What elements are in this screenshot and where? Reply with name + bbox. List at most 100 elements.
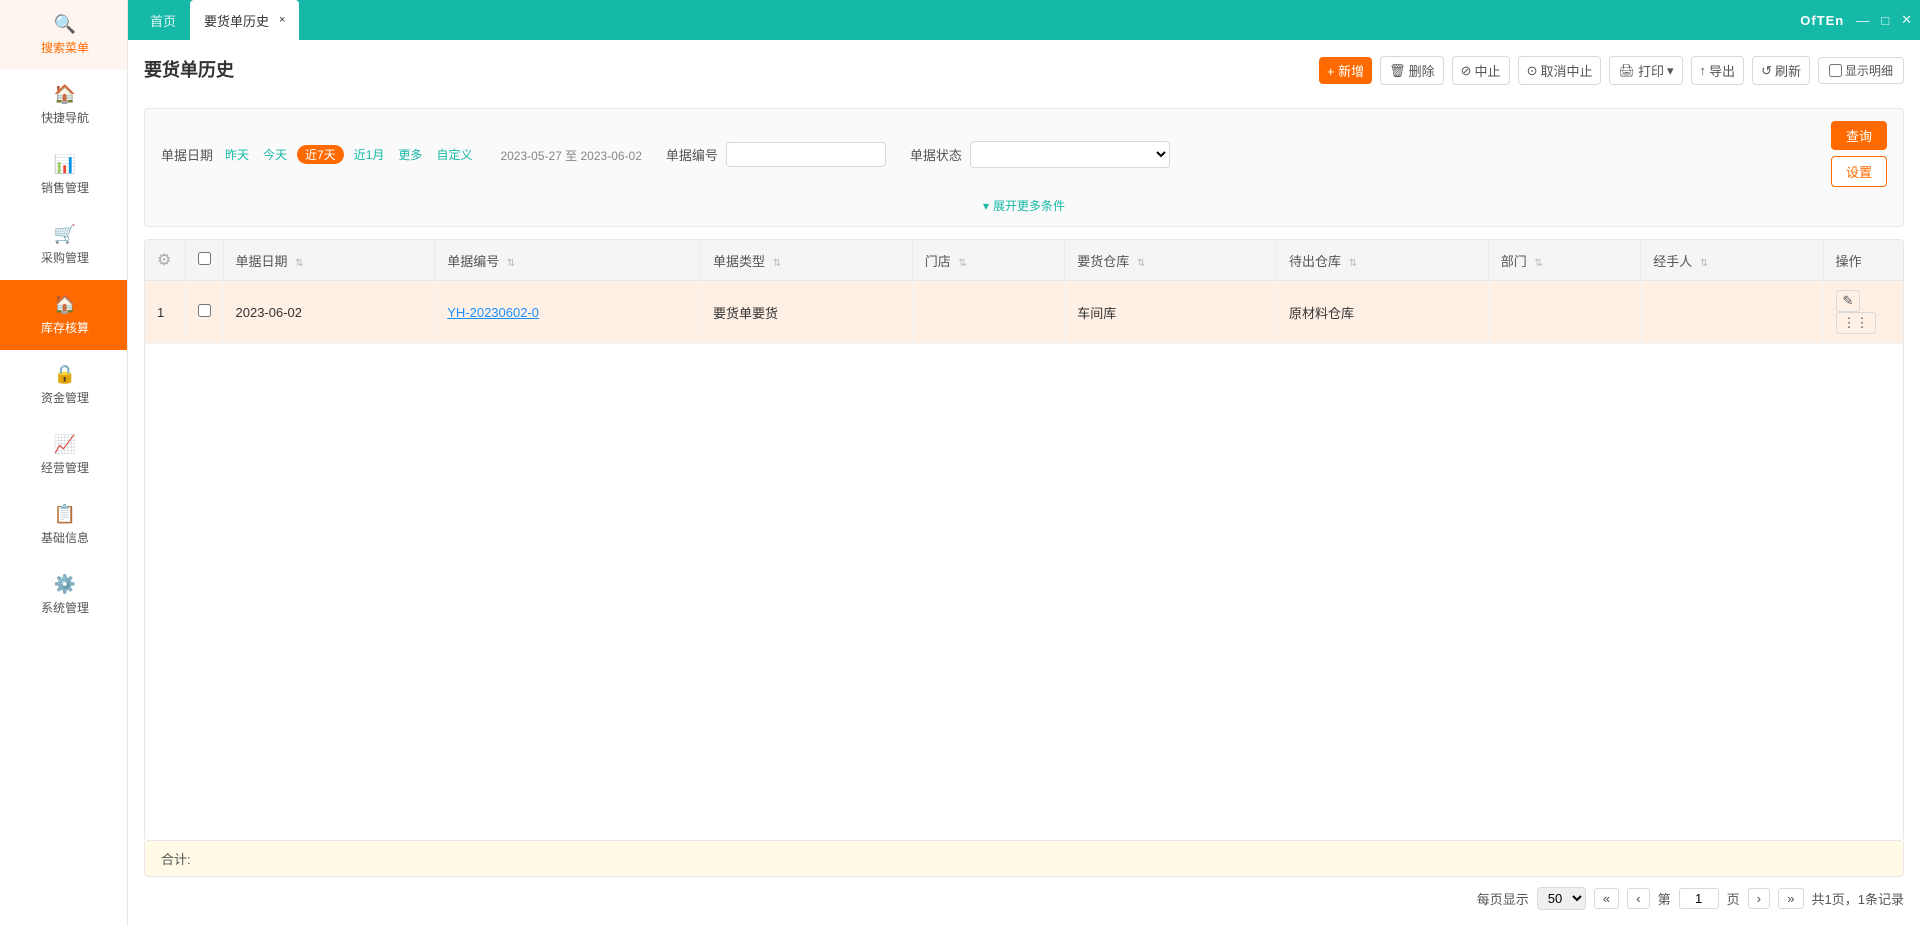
department-sort-icon[interactable]: ⇅ (1534, 258, 1542, 269)
sidebar-item-purchase[interactable]: 🛒 采购管理 (0, 210, 127, 280)
next-page-button[interactable]: › (1748, 888, 1770, 909)
close-button[interactable]: ✕ (1901, 12, 1912, 28)
order-no-link[interactable]: YH-20230602-0 (447, 305, 539, 320)
topbar: 首页 要货单历史 × OfTEn — □ ✕ (128, 0, 1920, 40)
search-menu-icon: 🔍 (54, 14, 76, 35)
data-table-container: ⚙ 单据日期 ⇅ 单据编号 ⇅ (144, 239, 1904, 841)
row-index: 1 (145, 281, 185, 344)
date-shortcut-1month[interactable]: 近1月 (350, 145, 389, 164)
delete-button[interactable]: 🗑 删除 (1380, 56, 1444, 85)
sidebar-item-system[interactable]: ⚙️ 系统管理 (0, 560, 127, 630)
pending-warehouse-sort-icon[interactable]: ⇅ (1349, 258, 1357, 269)
query-button[interactable]: 查询 (1831, 121, 1887, 150)
window-actions: OfTEn — □ ✕ (1800, 12, 1912, 28)
maximize-button[interactable]: □ (1881, 13, 1889, 28)
status-filter-group: 单据状态 (910, 141, 1170, 168)
system-icon: ⚙️ (54, 574, 76, 595)
date-shortcut-7days[interactable]: 近7天 (297, 145, 344, 164)
content-area: 要货单历史 + 新增 🗑 删除 ⊘ 中止 ⊙ 取消中止 🖨 打印 (128, 40, 1920, 926)
order-no-input[interactable] (726, 142, 886, 167)
row-checkbox[interactable] (198, 304, 211, 317)
row-handler (1641, 281, 1823, 344)
col-department: 部门 ⇅ (1488, 240, 1641, 281)
date-range-text: 2023-05-27 至 2023-06-02 (500, 147, 641, 164)
row-date: 2023-06-02 (223, 281, 435, 344)
date-shortcut-more[interactable]: 更多 (394, 145, 426, 164)
req-warehouse-sort-icon[interactable]: ⇅ (1137, 258, 1145, 269)
data-table: ⚙ 单据日期 ⇅ 单据编号 ⇅ (145, 240, 1903, 344)
date-shortcut-yesterday[interactable]: 昨天 (221, 145, 253, 164)
sales-icon: 📊 (54, 154, 76, 175)
order-no-label: 单据编号 (666, 145, 718, 164)
stop-button[interactable]: ⊘ 中止 (1452, 56, 1510, 85)
pagination: 每页显示 50 « ‹ 第 页 › » 共1页，1条记录 (144, 877, 1904, 910)
export-icon: ↑ (1700, 63, 1707, 78)
date-shortcuts: 昨天 今天 近7天 近1月 更多 自定义 (221, 145, 476, 164)
date-label: 单据日期 (161, 145, 213, 164)
status-select[interactable] (970, 141, 1170, 168)
display-detail-button[interactable]: 显示明细 (1818, 57, 1904, 84)
expand-more-button[interactable]: ▾ 展开更多条件 (983, 197, 1065, 214)
date-shortcut-today[interactable]: 今天 (259, 145, 291, 164)
table-row: 1 2023-06-02 YH-20230602-0 要货单要货 车间库 原材料… (145, 281, 1903, 344)
row-checkbox-cell (185, 281, 223, 344)
col-checkbox (185, 240, 223, 281)
order-no-filter-group: 单据编号 (666, 142, 886, 167)
filter-row: 单据日期 昨天 今天 近7天 近1月 更多 自定义 2023-05-27 至 2… (161, 121, 1887, 187)
page-number-input[interactable] (1679, 888, 1719, 909)
row-more-button[interactable]: ⋮⋮ (1836, 312, 1876, 334)
sidebar-item-sales[interactable]: 📊 销售管理 (0, 140, 127, 210)
stop-icon: ⊘ (1461, 63, 1472, 79)
date-filter-group: 单据日期 昨天 今天 近7天 近1月 更多 自定义 (161, 145, 476, 164)
prev-page-button[interactable]: ‹ (1627, 888, 1649, 909)
main-area: 首页 要货单历史 × OfTEn — □ ✕ 要货单历史 + 新增 🗑 删除 (128, 0, 1920, 926)
sidebar-item-finance[interactable]: 🔒 资金管理 (0, 350, 127, 420)
print-button[interactable]: 🖨 打印 ▾ (1609, 56, 1682, 85)
order-no-sort-icon[interactable]: ⇅ (507, 258, 515, 269)
filter-bar: 单据日期 昨天 今天 近7天 近1月 更多 自定义 2023-05-27 至 2… (144, 108, 1904, 227)
row-store (912, 281, 1065, 344)
display-detail-checkbox[interactable] (1829, 64, 1842, 77)
home-icon: 🏠 (54, 84, 76, 105)
order-type-sort-icon[interactable]: ⇅ (773, 258, 781, 269)
tab-order-history[interactable]: 要货单历史 × (190, 0, 299, 40)
row-edit-button[interactable]: ✎ (1836, 290, 1861, 312)
inventory-icon: 🏠 (54, 294, 76, 315)
row-req-warehouse: 车间库 (1065, 281, 1277, 344)
date-sort-icon[interactable]: ⇅ (295, 258, 303, 269)
page-label: 第 (1658, 889, 1671, 908)
page-suffix: 页 (1727, 889, 1740, 908)
sidebar-item-quick-nav[interactable]: 🏠 快捷导航 (0, 70, 127, 140)
col-handler: 经手人 ⇅ (1641, 240, 1823, 281)
select-all-checkbox[interactable] (198, 252, 211, 265)
store-sort-icon[interactable]: ⇅ (958, 258, 966, 269)
first-page-button[interactable]: « (1594, 888, 1619, 909)
print-icon: 🖨 (1618, 63, 1635, 79)
brand-label: OfTEn (1800, 13, 1844, 28)
sidebar-item-base-info[interactable]: 📋 基础信息 (0, 490, 127, 560)
sidebar-item-operation[interactable]: 📈 经营管理 (0, 420, 127, 490)
tab-close-icon[interactable]: × (279, 14, 285, 26)
chevron-down-icon: ▾ (983, 199, 989, 213)
row-operations: ✎ ⋮⋮ (1823, 281, 1903, 344)
base-info-icon: 📋 (54, 504, 76, 525)
handler-sort-icon[interactable]: ⇅ (1700, 258, 1708, 269)
sidebar-item-inventory[interactable]: 🏠 库存核算 (0, 280, 127, 350)
minimize-button[interactable]: — (1856, 13, 1869, 28)
purchase-icon: 🛒 (54, 224, 76, 245)
refresh-button[interactable]: ↺ 刷新 (1752, 56, 1810, 85)
refresh-icon: ↺ (1761, 63, 1772, 79)
col-settings: ⚙ (145, 240, 185, 281)
settings-button[interactable]: 设置 (1831, 156, 1887, 187)
tab-home[interactable]: 首页 (136, 0, 190, 40)
operation-icon: 📈 (54, 434, 76, 455)
new-button[interactable]: + 新增 (1319, 57, 1372, 84)
delete-icon: 🗑 (1389, 63, 1406, 79)
cancel-stop-button[interactable]: ⊙ 取消中止 (1518, 56, 1602, 85)
page-size-select[interactable]: 50 (1537, 887, 1586, 910)
column-settings-icon[interactable]: ⚙ (157, 250, 171, 270)
date-shortcut-custom[interactable]: 自定义 (432, 145, 476, 164)
export-button[interactable]: ↑ 导出 (1691, 56, 1745, 85)
last-page-button[interactable]: » (1778, 888, 1803, 909)
sidebar-item-search-menu[interactable]: 🔍 搜索菜单 (0, 0, 127, 70)
